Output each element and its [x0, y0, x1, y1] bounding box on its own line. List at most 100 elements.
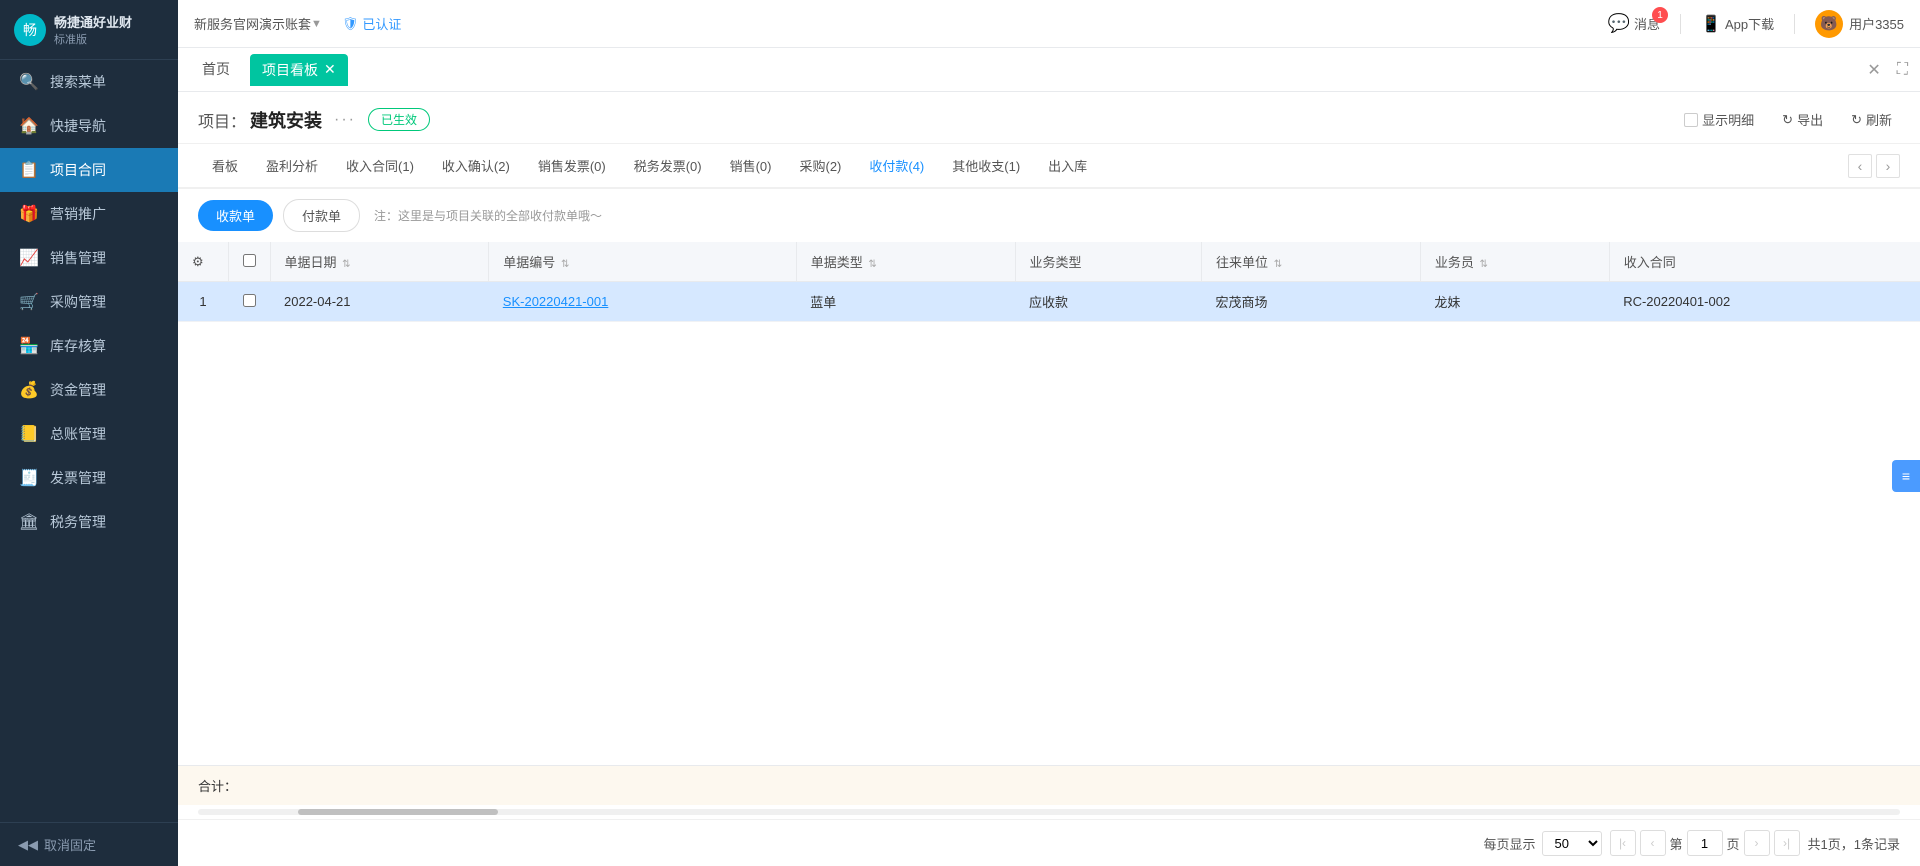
certified-shield-icon: 🛡	[342, 16, 359, 32]
sidebar-item-purchase-mgmt[interactable]: 🛒 采购管理	[0, 280, 178, 324]
settings-icon[interactable]: ⚙	[192, 254, 204, 269]
tab-home[interactable]: 首页	[186, 53, 246, 87]
tab-close-button[interactable]: ✕	[324, 61, 336, 78]
scrollbar-row	[178, 805, 1920, 819]
sub-tab-3[interactable]: 收入确认(2)	[428, 144, 524, 189]
sub-tab-4[interactable]: 销售发票(0)	[524, 144, 620, 189]
row-check[interactable]	[228, 282, 270, 322]
project-dropdown-icon[interactable]: ▼	[311, 18, 322, 30]
app-download-button[interactable]: 📱 App下载	[1701, 14, 1774, 34]
last-page-button[interactable]: ›|	[1774, 830, 1800, 856]
sidebar-item-label-funds-mgmt: 资金管理	[50, 380, 106, 400]
project-more-button[interactable]: ···	[334, 111, 356, 129]
close-window-icon[interactable]: ✕	[1863, 56, 1884, 84]
sidebar-item-search[interactable]: 🔍 搜索菜单	[0, 60, 178, 104]
table-row[interactable]: 1 2022-04-21 SK-20220421-001 蓝单 应收款 宏茂商场…	[178, 282, 1920, 322]
sub-tab-8[interactable]: 收付款(4)	[855, 144, 938, 189]
unpin-label: 取消固定	[44, 835, 96, 854]
sub-tab-6[interactable]: 销售(0)	[716, 144, 786, 189]
topbar-project-name: 新服务官网演示账套	[194, 14, 311, 33]
maximize-window-icon[interactable]: ⛶	[1893, 57, 1912, 83]
sort-type-icon[interactable]: ⇅	[868, 259, 876, 270]
page-suffix: 页	[1727, 834, 1740, 853]
row-salesperson: 龙妹	[1420, 282, 1609, 322]
sort-date-icon[interactable]: ⇅	[342, 259, 350, 270]
refresh-button[interactable]: ↻ 刷新	[1843, 106, 1900, 133]
col-header-salesperson: 业务员 ⇅	[1420, 242, 1609, 282]
row-checkbox-0[interactable]	[243, 294, 256, 307]
sidebar-item-label-ledger-mgmt: 总账管理	[50, 424, 106, 444]
collection-tab-button[interactable]: 收款单	[198, 200, 273, 231]
pagination-nav: |‹ ‹ 第 页 › ›|	[1610, 830, 1800, 856]
sub-tab-1[interactable]: 盈利分析	[252, 144, 332, 189]
messages-button[interactable]: 💬 消息 1	[1608, 13, 1660, 34]
horizontal-scrollbar-thumb[interactable]	[298, 809, 498, 815]
sidebar-footer-pin[interactable]: ◀◀ 取消固定	[0, 822, 178, 866]
per-page-select[interactable]: 50 100 200	[1542, 831, 1602, 856]
pagination: 每页显示 50 100 200 |‹ ‹ 第 页 › ›| 共1页，1条记录	[178, 819, 1920, 866]
first-page-button[interactable]: |‹	[1610, 830, 1636, 856]
refresh-label: 刷新	[1866, 110, 1892, 129]
ledger-mgmt-icon: 📒	[18, 423, 40, 445]
sidebar-item-funds-mgmt[interactable]: 💰 资金管理	[0, 368, 178, 412]
next-page-button[interactable]: ›	[1744, 830, 1770, 856]
horizontal-scrollbar-track[interactable]	[198, 809, 1900, 815]
payment-tab-button[interactable]: 付款单	[283, 199, 360, 232]
row-number-link[interactable]: SK-20220421-001	[503, 294, 609, 309]
col-header-check[interactable]	[228, 242, 270, 282]
show-detail-button[interactable]: 显示明细	[1676, 106, 1762, 133]
col-header-settings[interactable]: ⚙	[178, 242, 228, 282]
action-note: 注：这里是与项目关联的全部收付款单哦～	[374, 207, 602, 224]
table-area: ⚙ 单据日期 ⇅ 单据编号 ⇅	[178, 242, 1920, 765]
sidebar-item-tax-mgmt[interactable]: 🏛 税务管理	[0, 500, 178, 544]
sub-tab-next-button[interactable]: ›	[1876, 154, 1900, 178]
sidebar-item-label-purchase-mgmt: 采购管理	[50, 292, 106, 312]
project-name: 建筑安装	[250, 107, 322, 133]
floating-action-button[interactable]: ≡	[1892, 460, 1920, 492]
sub-tab-5[interactable]: 税务发票(0)	[620, 144, 716, 189]
sort-salesperson-icon[interactable]: ⇅	[1479, 259, 1487, 270]
current-page-input[interactable]	[1687, 830, 1723, 856]
per-page-label: 每页显示	[1483, 834, 1535, 853]
topbar-certified: 🛡 已认证	[342, 14, 402, 33]
prev-page-button[interactable]: ‹	[1640, 830, 1666, 856]
project-header: 项目： 建筑安装 ··· 已生效 显示明细 ↻ 导出 ↻ 刷新	[178, 92, 1920, 144]
sort-partner-icon[interactable]: ⇅	[1274, 259, 1282, 270]
user-profile-button[interactable]: 🐻 用户3355	[1815, 10, 1904, 38]
sidebar-item-ledger-mgmt[interactable]: 📒 总账管理	[0, 412, 178, 456]
sub-tab-10[interactable]: 出入库	[1034, 144, 1101, 189]
topbar-project: 新服务官网演示账套 ▼ 🛡 已认证	[194, 14, 1608, 33]
select-all-checkbox[interactable]	[243, 254, 256, 267]
content-area: 项目： 建筑安装 ··· 已生效 显示明细 ↻ 导出 ↻ 刷新	[178, 92, 1920, 866]
row-number[interactable]: SK-20220421-001	[489, 282, 796, 322]
sidebar-item-label-search: 搜索菜单	[50, 72, 106, 92]
invoice-mgmt-icon: 🧾	[18, 467, 40, 489]
sales-mgmt-icon: 📈	[18, 247, 40, 269]
row-index: 1	[178, 282, 228, 322]
sidebar-item-label-quick-nav: 快捷导航	[50, 116, 106, 136]
sidebar-item-label-tax-mgmt: 税务管理	[50, 512, 106, 532]
sidebar-item-quick-nav[interactable]: 🏠 快捷导航	[0, 104, 178, 148]
sub-tab-7[interactable]: 采购(2)	[785, 144, 855, 189]
table-footer: 合计：	[178, 765, 1920, 805]
tab-project-kanban[interactable]: 项目看板 ✕	[250, 54, 348, 86]
sub-tab-9[interactable]: 其他收支(1)	[938, 144, 1034, 189]
export-button[interactable]: ↻ 导出	[1774, 106, 1831, 133]
project-contract-icon: 📋	[18, 159, 40, 181]
topbar: 新服务官网演示账套 ▼ 🛡 已认证 💬 消息 1 📱 App下载 🐻 用户335…	[178, 0, 1920, 48]
sidebar-item-marketing[interactable]: 🎁 营销推广	[0, 192, 178, 236]
sort-number-icon[interactable]: ⇅	[561, 259, 569, 270]
sub-tab-2[interactable]: 收入合同(1)	[332, 144, 428, 189]
sidebar-item-project-contract[interactable]: 📋 项目合同	[0, 148, 178, 192]
sidebar-item-invoice-mgmt[interactable]: 🧾 发票管理	[0, 456, 178, 500]
message-icon: 💬	[1608, 13, 1630, 34]
tabs-row: 首页 项目看板 ✕ ✕ ⛶	[178, 48, 1920, 92]
phone-icon: 📱	[1701, 14, 1721, 34]
messages-badge: 1	[1652, 7, 1668, 23]
show-detail-checkbox[interactable]	[1684, 113, 1698, 127]
sub-tab-prev-button[interactable]: ‹	[1848, 154, 1872, 178]
sub-tab-0[interactable]: 看板	[198, 144, 252, 189]
tab-active-label: 项目看板	[262, 60, 318, 80]
sidebar-item-inventory[interactable]: 🏪 库存核算	[0, 324, 178, 368]
sidebar-item-sales-mgmt[interactable]: 📈 销售管理	[0, 236, 178, 280]
